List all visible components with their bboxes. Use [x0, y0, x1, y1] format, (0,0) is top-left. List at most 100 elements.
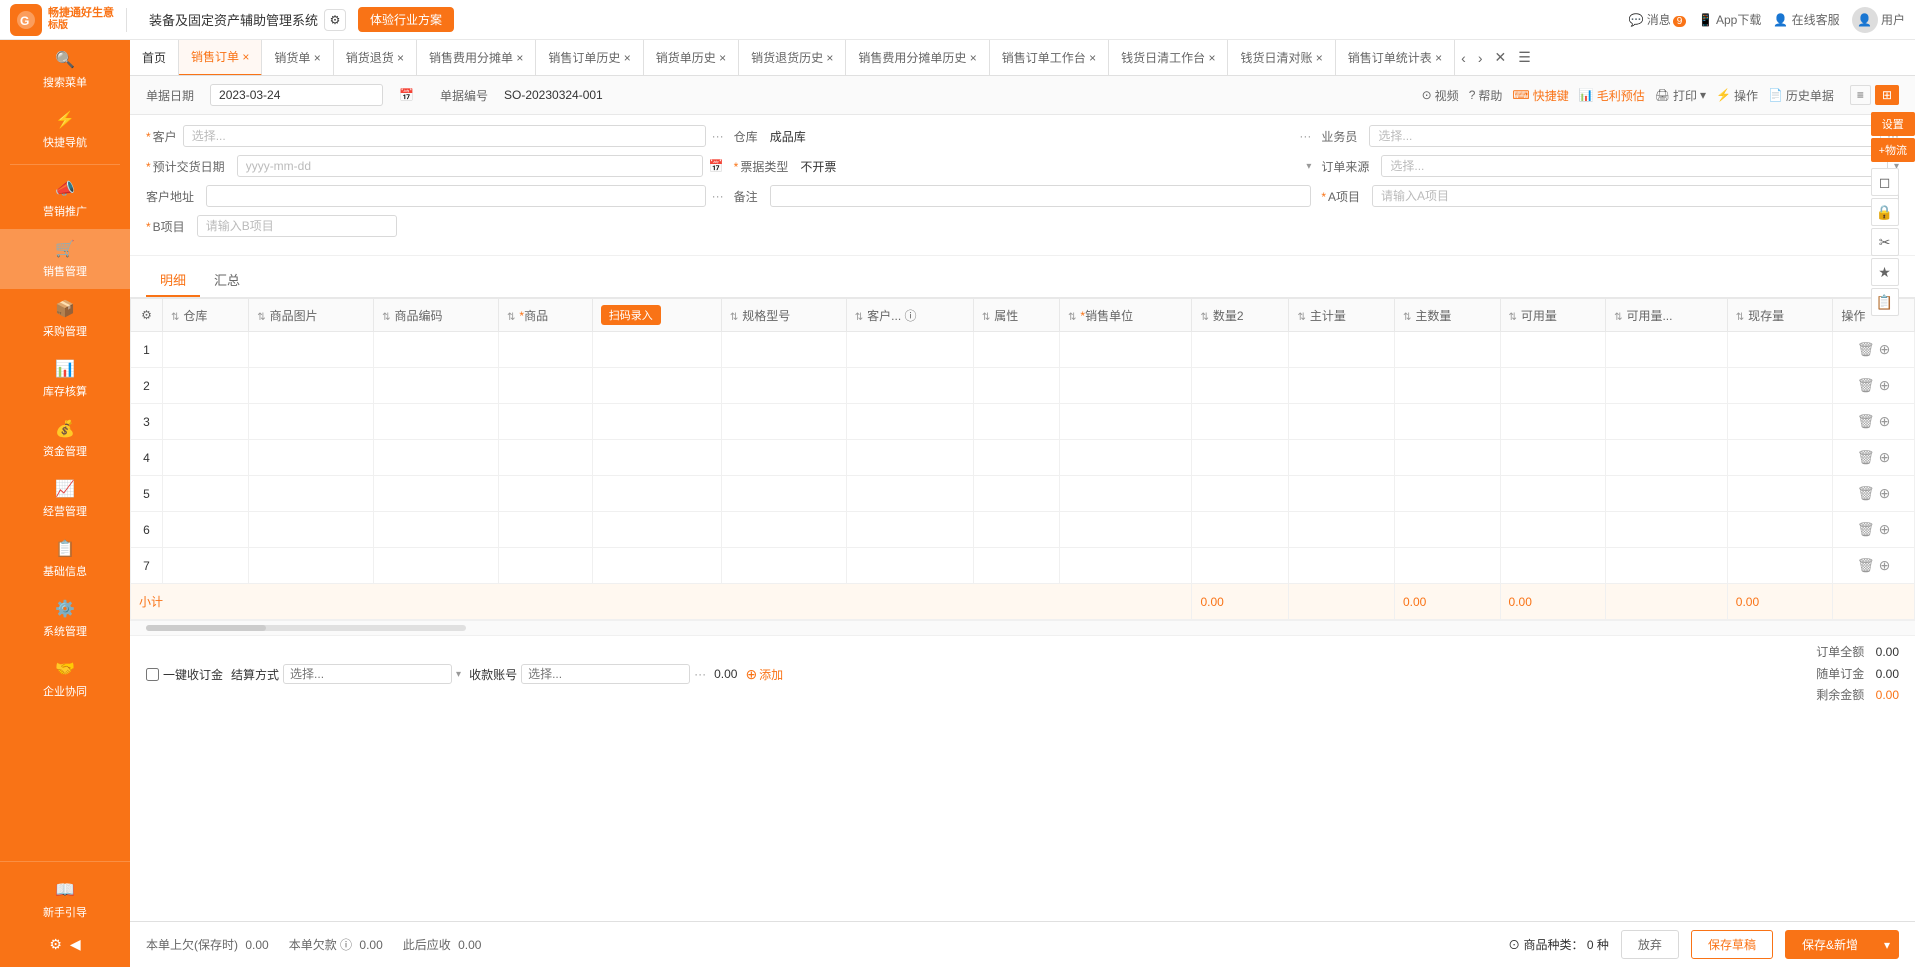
row-4-delete-btn[interactable]: 🗑 [1857, 449, 1875, 466]
row-7-customer-code[interactable] [846, 548, 973, 584]
expected-date-input[interactable] [237, 155, 703, 177]
salesperson-input[interactable] [1369, 125, 1881, 147]
row-1-available2[interactable] [1606, 332, 1728, 368]
row-3-main-unit[interactable] [1289, 404, 1395, 440]
sidebar-item-basic[interactable]: 📋 基础信息 [0, 529, 130, 589]
row-5-main-unit[interactable] [1289, 476, 1395, 512]
row-1-customer-code[interactable] [846, 332, 973, 368]
tab-sales-expense[interactable]: 销售费用分摊单 × [417, 40, 536, 76]
row-5-available2[interactable] [1606, 476, 1728, 512]
row-2-current[interactable] [1727, 368, 1833, 404]
row-1-attribute[interactable] [973, 332, 1059, 368]
row-1-code[interactable] [374, 332, 499, 368]
tab-sales-stat[interactable]: 销售订单统计表 × [1336, 40, 1455, 76]
row-3-image[interactable] [249, 404, 374, 440]
warehouse-more-btn[interactable]: ··· [1299, 129, 1311, 143]
app-download-btn[interactable]: 📱 App下载 [1698, 11, 1761, 28]
row-3-main-qty[interactable] [1394, 404, 1500, 440]
row-3-copy-btn[interactable]: ⊕ [1879, 413, 1891, 430]
row-5-product[interactable] [499, 476, 593, 512]
detail-tab-summary[interactable]: 汇总 [200, 264, 254, 297]
quick-order-checkbox[interactable]: 一键收订金 [146, 666, 223, 683]
row-3-product[interactable] [499, 404, 593, 440]
rp-btn-2[interactable]: 🔒 [1871, 198, 1899, 226]
row-7-warehouse[interactable] [163, 548, 249, 584]
print-btn[interactable]: 🖨 打印 ▾ [1655, 87, 1706, 104]
th-main-qty[interactable]: ⇅主数量 [1394, 299, 1500, 332]
customer-address-input[interactable] [206, 185, 706, 207]
rp-btn-4[interactable]: ★ [1871, 258, 1899, 286]
row-1-main-qty[interactable] [1394, 332, 1500, 368]
row-2-qty2[interactable] [1192, 368, 1289, 404]
row-2-attribute[interactable] [973, 368, 1059, 404]
row-6-available2[interactable] [1606, 512, 1728, 548]
tab-close-all-btn[interactable]: ✕ [1488, 49, 1512, 66]
row-3-attribute[interactable] [973, 404, 1059, 440]
tab-home[interactable]: 首页 [130, 40, 179, 76]
row-3-qty2[interactable] [1192, 404, 1289, 440]
th-product[interactable]: ⇅*商品 [499, 299, 593, 332]
sidebar-item-guide[interactable]: 📖 新手引导 [0, 870, 130, 930]
th-warehouse[interactable]: ⇅仓库 [163, 299, 249, 332]
b-project-input[interactable] [197, 215, 397, 237]
th-available[interactable]: ⇅可用量 [1500, 299, 1606, 332]
detail-tab-detail[interactable]: 明细 [146, 264, 200, 297]
sidebar-item-marketing[interactable]: 📣 营销推广 [0, 169, 130, 229]
row-4-image[interactable] [249, 440, 374, 476]
row-7-main-qty[interactable] [1394, 548, 1500, 584]
sidebar-item-management[interactable]: 📈 经营管理 [0, 469, 130, 529]
tab-sales-goods[interactable]: 销货单 × [262, 40, 333, 76]
row-2-available2[interactable] [1606, 368, 1728, 404]
sidebar-item-purchase[interactable]: 📦 采购管理 [0, 289, 130, 349]
row-6-main-qty[interactable] [1394, 512, 1500, 548]
row-5-code[interactable] [374, 476, 499, 512]
th-scan[interactable]: 扫码录入 [592, 299, 721, 332]
row-1-warehouse[interactable] [163, 332, 249, 368]
row-4-customer-code[interactable] [846, 440, 973, 476]
row-6-unit[interactable] [1060, 512, 1192, 548]
row-6-qty2[interactable] [1192, 512, 1289, 548]
logistics-action-btn[interactable]: +物流 [1871, 138, 1915, 162]
operation-btn[interactable]: ⚡ 操作 [1716, 87, 1758, 104]
row-7-qty2[interactable] [1192, 548, 1289, 584]
profit-btn[interactable]: 📊 毛利预估 [1579, 87, 1645, 104]
payment-method-input[interactable] [283, 664, 452, 684]
sidebar-item-inventory[interactable]: 📊 库存核算 [0, 349, 130, 409]
row-1-delete-btn[interactable]: 🗑 [1857, 341, 1875, 358]
row-4-warehouse[interactable] [163, 440, 249, 476]
row-4-main-unit[interactable] [1289, 440, 1395, 476]
row-5-qty2[interactable] [1192, 476, 1289, 512]
row-4-copy-btn[interactable]: ⊕ [1879, 449, 1891, 466]
date-cal-icon[interactable]: 📅 [709, 159, 724, 173]
row-4-unit[interactable] [1060, 440, 1192, 476]
tab-sales-order-history[interactable]: 销售订单历史 × [536, 40, 643, 76]
tab-menu-btn[interactable]: ☰ [1512, 49, 1537, 66]
help-btn[interactable]: ? 帮助 [1469, 87, 1503, 104]
rp-btn-1[interactable]: ◻ [1871, 168, 1899, 196]
sidebar-item-search[interactable]: 🔍 搜索菜单 [0, 40, 130, 100]
row-6-available[interactable] [1500, 512, 1606, 548]
history-btn[interactable]: 📄 历史单据 [1768, 87, 1834, 104]
a-project-input[interactable] [1372, 185, 1899, 207]
th-spec[interactable]: ⇅规格型号 [721, 299, 846, 332]
row-2-delete-btn[interactable]: 🗑 [1857, 377, 1875, 394]
online-service-btn[interactable]: 👤 在线客服 [1773, 11, 1839, 28]
row-2-customer-code[interactable] [846, 368, 973, 404]
quick-order-check[interactable] [146, 668, 159, 681]
row-1-current[interactable] [1727, 332, 1833, 368]
th-available2[interactable]: ⇅可用量... [1606, 299, 1728, 332]
tab-sales-order[interactable]: 销售订单 × [179, 40, 262, 76]
row-7-spec[interactable] [721, 548, 846, 584]
row-4-qty2[interactable] [1192, 440, 1289, 476]
row-5-attribute[interactable] [973, 476, 1059, 512]
add-btn[interactable]: ⊕ 添加 [745, 666, 783, 683]
shortcut-btn[interactable]: ⌨ 快捷键 [1512, 87, 1568, 104]
rp-btn-5[interactable]: 📋 [1871, 288, 1899, 316]
row-1-copy-btn[interactable]: ⊕ [1879, 341, 1891, 358]
payment-dropdown-arrow[interactable]: ▾ [456, 669, 461, 680]
row-3-current[interactable] [1727, 404, 1833, 440]
row-5-warehouse[interactable] [163, 476, 249, 512]
sidebar-item-sales[interactable]: 🛒 销售管理 [0, 229, 130, 289]
user-btn[interactable]: 👤 用户 [1852, 7, 1905, 33]
row-1-spec[interactable] [721, 332, 846, 368]
